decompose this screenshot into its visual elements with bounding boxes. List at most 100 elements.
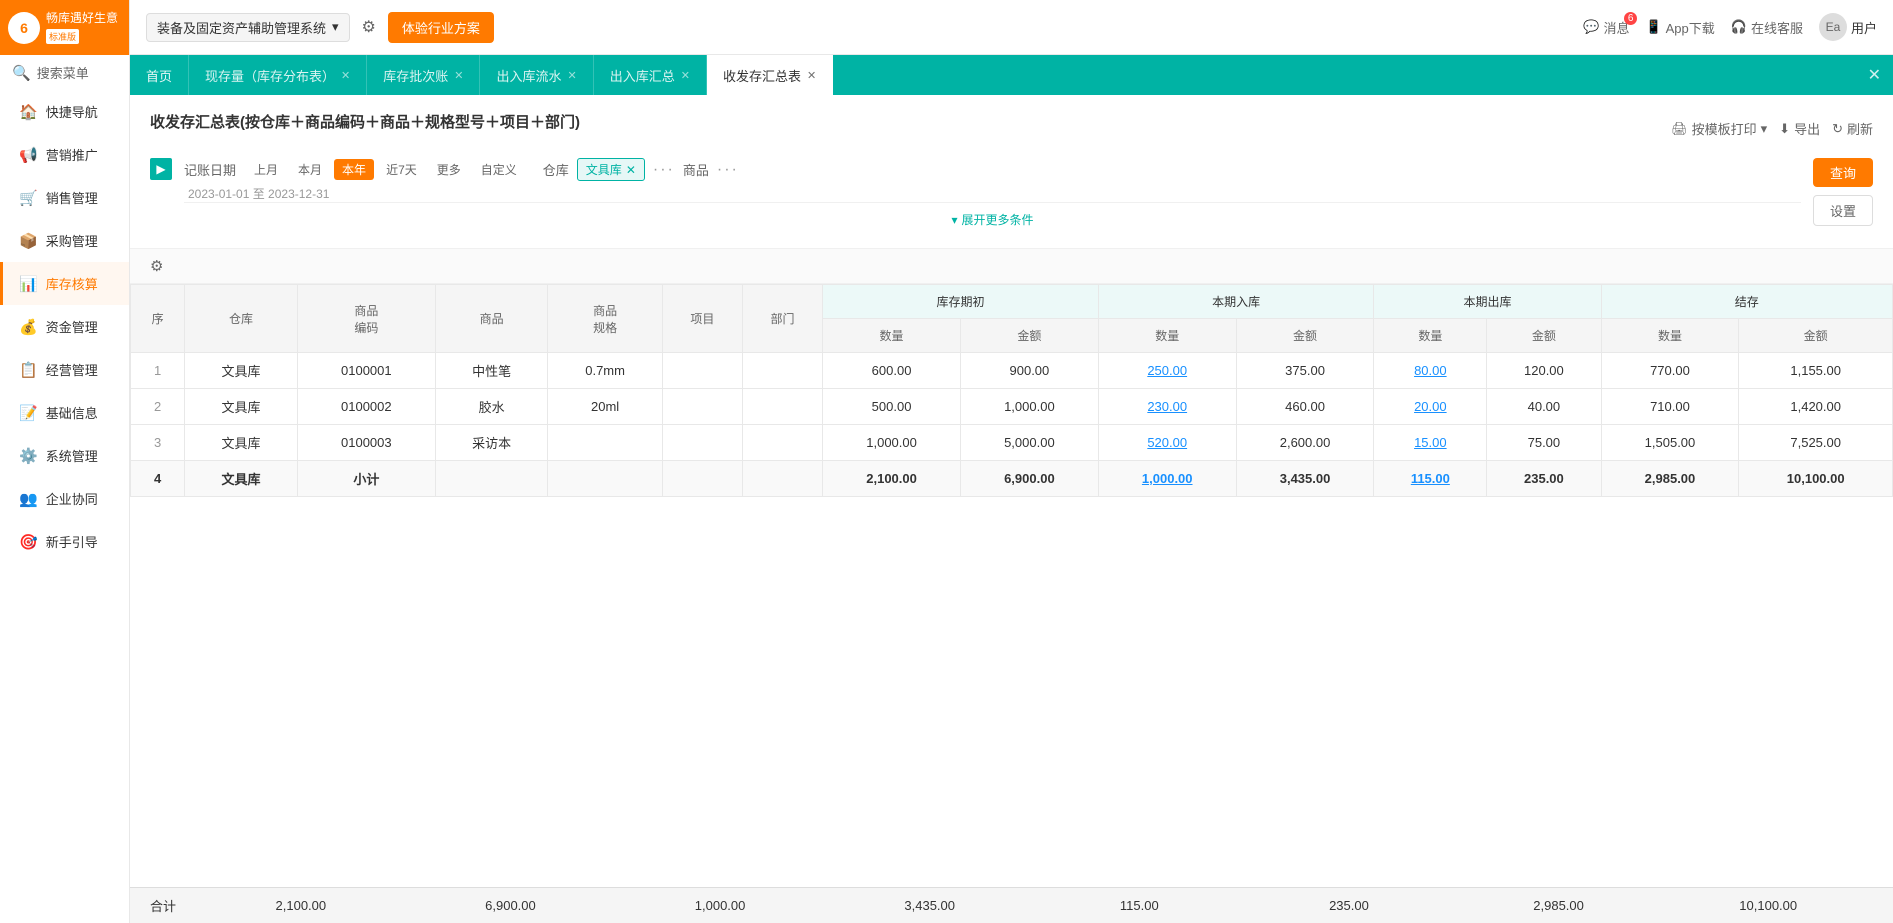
sidebar-item-purchase[interactable]: 📦 采购管理 bbox=[0, 219, 129, 262]
sidebar-item-marketing[interactable]: 📢 营销推广 bbox=[0, 133, 129, 176]
headset-icon: 🎧 bbox=[1731, 19, 1747, 35]
sidebar-item-basic[interactable]: 📝 基础信息 bbox=[0, 391, 129, 434]
subtotal-row: 4 文具库 小计 2,100.00 6,900.00 1,000.00 3,43… bbox=[131, 461, 1893, 497]
tab-close-batch-account[interactable]: ✕ bbox=[454, 69, 463, 82]
tab-close-inventory-dist[interactable]: ✕ bbox=[341, 69, 350, 82]
marketing-icon: 📢 bbox=[19, 146, 38, 164]
expand-more-button[interactable]: ▾ 展开更多条件 bbox=[184, 202, 1801, 236]
cell-opening-amt: 1,000.00 bbox=[960, 389, 1098, 425]
cell-in-qty[interactable]: 250.00 bbox=[1098, 353, 1236, 389]
total-bal-qty: 2,985.00 bbox=[1454, 898, 1664, 913]
col-code: 商品编码 bbox=[297, 285, 435, 353]
subtotal-in-qty[interactable]: 1,000.00 bbox=[1098, 461, 1236, 497]
cell-project bbox=[662, 353, 742, 389]
col-opening-qty: 数量 bbox=[823, 319, 961, 353]
shortcut-more[interactable]: 更多 bbox=[429, 159, 469, 180]
cell-in-qty[interactable]: 230.00 bbox=[1098, 389, 1236, 425]
page-actions: 🖨 按模板打印 ▾ ⬇ 导出 ↻ 刷新 bbox=[1671, 119, 1873, 138]
cell-in-qty[interactable]: 520.00 bbox=[1098, 425, 1236, 461]
settings-icon[interactable]: ⚙ bbox=[362, 17, 376, 37]
goods-label: 商品 bbox=[683, 160, 709, 179]
cell-bal-qty: 710.00 bbox=[1601, 389, 1739, 425]
total-out-amt: 235.00 bbox=[1244, 898, 1454, 913]
query-button[interactable]: 查询 bbox=[1813, 158, 1873, 187]
filter-collapse-button[interactable]: ▶ bbox=[150, 158, 172, 180]
sidebar-item-system[interactable]: ⚙️ 系统管理 bbox=[0, 434, 129, 477]
page-title: 收发存汇总表(按仓库＋商品编码＋商品＋规格型号＋项目＋部门) bbox=[150, 111, 580, 132]
cell-num: 3 bbox=[131, 425, 185, 461]
sidebar-item-collab[interactable]: 👥 企业协同 bbox=[0, 477, 129, 520]
tab-inventory-dist[interactable]: 现存量（库存分布表） ✕ bbox=[189, 55, 367, 95]
col-group-opening: 库存期初 bbox=[823, 285, 1099, 319]
messages-button[interactable]: 💬 消息 6 bbox=[1583, 18, 1629, 37]
shortcut-this-month[interactable]: 本月 bbox=[290, 159, 330, 180]
warehouse-more-button[interactable]: ··· bbox=[653, 161, 675, 179]
cell-num: 1 bbox=[131, 353, 185, 389]
subtotal-out-qty[interactable]: 115.00 bbox=[1374, 461, 1487, 497]
tab-home[interactable]: 首页 bbox=[130, 55, 189, 95]
shortcut-custom[interactable]: 自定义 bbox=[473, 159, 525, 180]
warehouse-tag-remove[interactable]: ✕ bbox=[626, 163, 636, 177]
cell-code: 0100001 bbox=[297, 353, 435, 389]
shortcut-last-month[interactable]: 上月 bbox=[246, 159, 286, 180]
refresh-button[interactable]: ↻ 刷新 bbox=[1832, 119, 1873, 138]
printer-icon: 🖨 bbox=[1671, 121, 1688, 137]
shortcut-7days[interactable]: 近7天 bbox=[378, 159, 425, 180]
cell-in-amt: 460.00 bbox=[1236, 389, 1374, 425]
col-out-qty: 数量 bbox=[1374, 319, 1487, 353]
cell-opening-qty: 600.00 bbox=[823, 353, 961, 389]
tab-inout-flow[interactable]: 出入库流水 ✕ bbox=[480, 55, 593, 95]
search-icon: 🔍 bbox=[12, 64, 31, 82]
tabbar-close-button[interactable]: ✕ bbox=[1856, 65, 1893, 85]
filter-settings-button[interactable]: 设置 bbox=[1813, 195, 1873, 226]
system-selector[interactable]: 装备及固定资产辅助管理系统 ▾ bbox=[146, 13, 350, 42]
print-button[interactable]: 🖨 按模板打印 ▾ bbox=[1671, 119, 1767, 138]
cell-bal-amt: 7,525.00 bbox=[1739, 425, 1893, 461]
col-group-in: 本期入库 bbox=[1098, 285, 1374, 319]
warehouse-tag: 文具库 ✕ bbox=[577, 158, 645, 181]
cell-out-qty[interactable]: 80.00 bbox=[1374, 353, 1487, 389]
total-cells: 2,100.00 6,900.00 1,000.00 3,435.00 115.… bbox=[196, 898, 1873, 913]
col-in-qty: 数量 bbox=[1098, 319, 1236, 353]
sidebar-item-finance[interactable]: 💰 资金管理 bbox=[0, 305, 129, 348]
home-icon: 🏠 bbox=[19, 103, 38, 121]
subtotal-warehouse: 文具库 bbox=[185, 461, 298, 497]
tab-inout-summary[interactable]: 出入库汇总 ✕ bbox=[594, 55, 707, 95]
phone-icon: 📱 bbox=[1645, 19, 1661, 35]
cell-spec: 20ml bbox=[548, 389, 662, 425]
tabbar: 首页 现存量（库存分布表） ✕ 库存批次账 ✕ 出入库流水 ✕ 出入库汇总 ✕ … bbox=[130, 55, 1893, 95]
export-button[interactable]: ⬇ 导出 bbox=[1779, 119, 1820, 138]
col-dept: 部门 bbox=[742, 285, 822, 353]
tab-batch-account[interactable]: 库存批次账 ✕ bbox=[367, 55, 480, 95]
cell-dept bbox=[742, 353, 822, 389]
operation-icon: 📋 bbox=[19, 361, 38, 379]
online-service-button[interactable]: 🎧 在线客服 bbox=[1731, 18, 1803, 37]
experience-button[interactable]: 体验行业方案 bbox=[388, 12, 494, 43]
subtotal-in-amt: 3,435.00 bbox=[1236, 461, 1374, 497]
goods-more-button[interactable]: ··· bbox=[717, 161, 739, 179]
column-settings-icon[interactable]: ⚙ bbox=[150, 257, 163, 275]
sidebar-item-guide[interactable]: 🎯 新手引导 bbox=[0, 520, 129, 563]
sidebar-item-inventory[interactable]: 📊 库存核算 bbox=[0, 262, 129, 305]
col-goods: 商品 bbox=[435, 285, 548, 353]
sidebar-item-operation[interactable]: 📋 经营管理 bbox=[0, 348, 129, 391]
cell-out-qty[interactable]: 20.00 bbox=[1374, 389, 1487, 425]
col-project: 项目 bbox=[662, 285, 742, 353]
purchase-icon: 📦 bbox=[19, 232, 38, 250]
cell-out-qty[interactable]: 15.00 bbox=[1374, 425, 1487, 461]
sidebar-item-quick-nav[interactable]: 🏠 快捷导航 bbox=[0, 90, 129, 133]
sidebar-item-sales[interactable]: 🛒 销售管理 bbox=[0, 176, 129, 219]
export-icon: ⬇ bbox=[1779, 121, 1790, 137]
user-menu[interactable]: Ea 用户 bbox=[1819, 13, 1877, 41]
page-content: 收发存汇总表(按仓库＋商品编码＋商品＋规格型号＋项目＋部门) 🖨 按模板打印 ▾… bbox=[130, 95, 1893, 923]
app-download-button[interactable]: 📱 App下载 bbox=[1645, 18, 1714, 37]
tab-close-recv-send[interactable]: ✕ bbox=[807, 69, 816, 82]
logo-icon: 6 bbox=[8, 12, 40, 44]
sidebar-item-search[interactable]: 🔍 搜索菜单 bbox=[0, 55, 129, 90]
tab-close-inout-summary[interactable]: ✕ bbox=[681, 69, 690, 82]
collab-icon: 👥 bbox=[19, 490, 38, 508]
tab-close-inout-flow[interactable]: ✕ bbox=[568, 69, 577, 82]
tab-recv-send-summary[interactable]: 收发存汇总表 ✕ bbox=[707, 55, 833, 95]
data-table: 序 仓库 商品编码 商品 商品规格 项目 部门 库存期初 本期入库 本期出库 结… bbox=[130, 284, 1893, 497]
shortcut-this-year[interactable]: 本年 bbox=[334, 159, 374, 180]
